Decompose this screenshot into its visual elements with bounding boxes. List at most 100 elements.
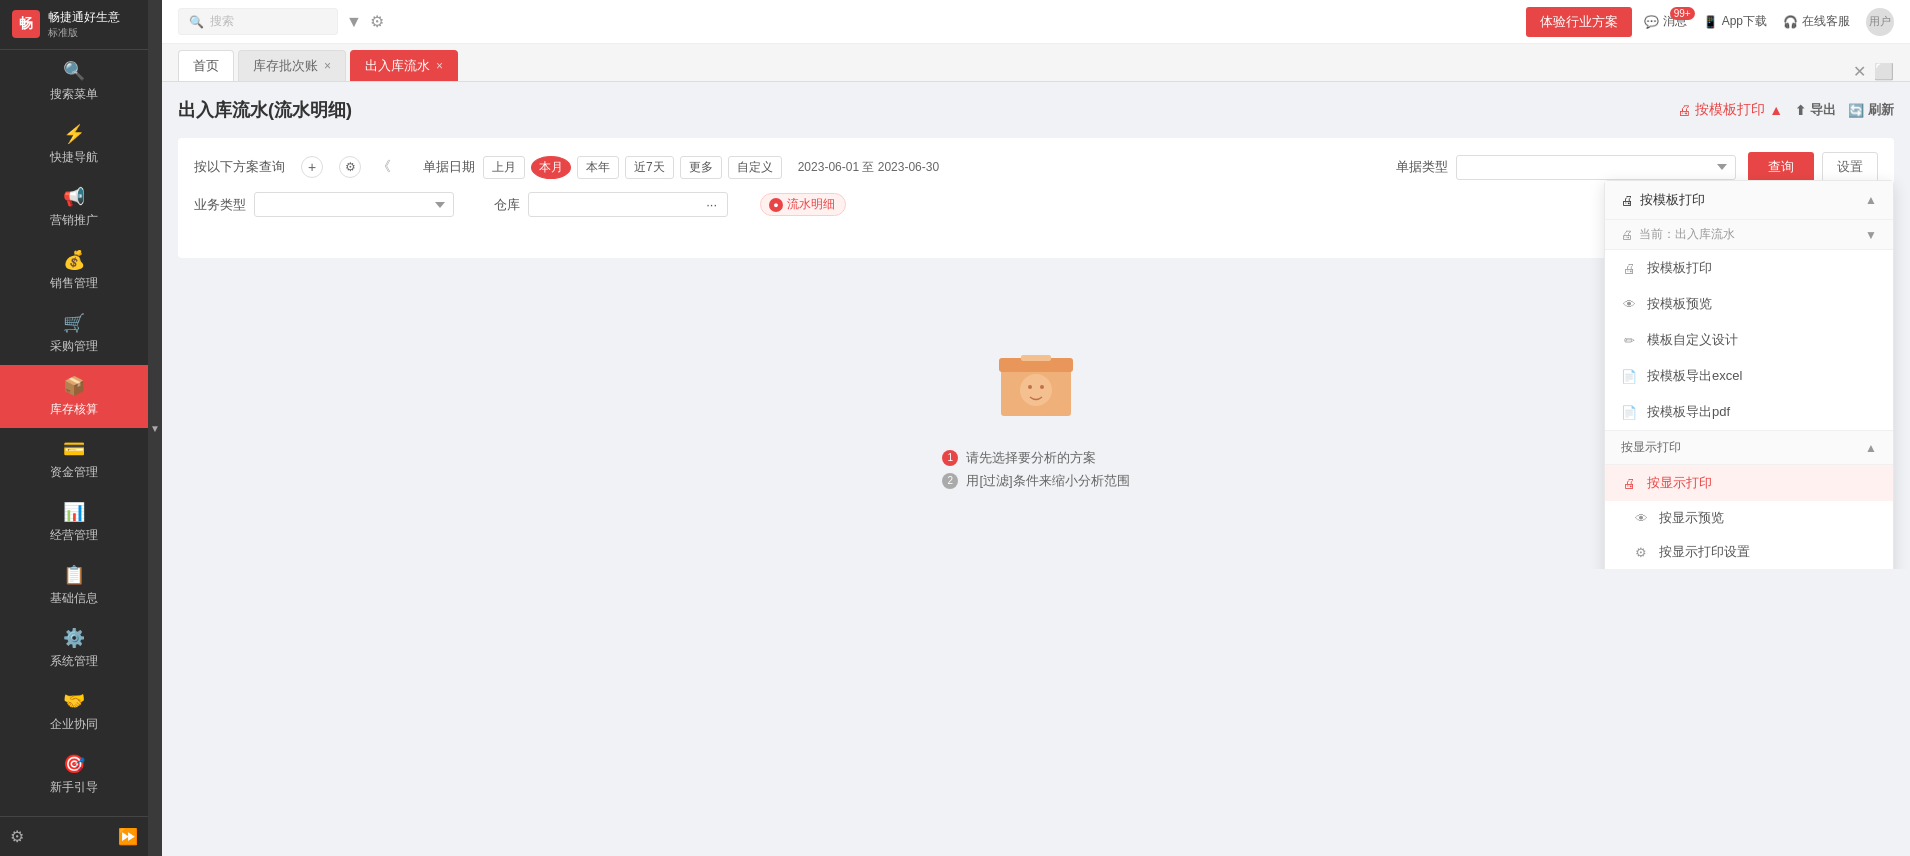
pdf-template-icon: 📄 bbox=[1621, 404, 1637, 420]
dropdown-collapse-icon[interactable]: ▲ bbox=[1865, 193, 1877, 207]
tab-inventory-batch-close[interactable]: × bbox=[324, 59, 331, 73]
sidebar-item-label: 新手引导 bbox=[50, 779, 98, 796]
topbar-gear-icon[interactable]: ▼ bbox=[346, 13, 362, 31]
date-btn-this-month[interactable]: 本月 bbox=[531, 156, 571, 179]
refresh-action[interactable]: 🔄 刷新 bbox=[1848, 101, 1894, 119]
search-placeholder: 搜索 bbox=[210, 13, 234, 30]
custom-template-icon: ✏ bbox=[1621, 332, 1637, 348]
sidebar-item-quick-nav[interactable]: ⚡ 快捷导航 bbox=[0, 113, 148, 176]
tab-inventory-batch-label: 库存批次账 bbox=[253, 57, 318, 75]
biz-type-select[interactable] bbox=[254, 192, 454, 217]
query-button[interactable]: 查询 bbox=[1748, 152, 1814, 182]
excel-template-icon: 📄 bbox=[1621, 368, 1637, 384]
date-filters: 上月 本月 本年 近7天 更多 自定义 bbox=[483, 156, 782, 179]
dropdown-display-section-header: 按显示打印 ▲ bbox=[1605, 430, 1893, 465]
sidebar-item-purchase[interactable]: 🛒 采购管理 bbox=[0, 302, 148, 365]
date-filter-label: 单据日期 bbox=[423, 158, 475, 176]
sidebar-item-label: 经营管理 bbox=[50, 527, 98, 544]
sidebar-scroll-arrow[interactable]: ▼ bbox=[148, 0, 162, 856]
settings-icon[interactable]: ⚙ bbox=[10, 827, 24, 846]
dropdown-item-export-excel-template[interactable]: 📄 按模板导出excel bbox=[1605, 358, 1893, 394]
dropdown-item-preview-display[interactable]: 👁 按显示预览 bbox=[1605, 501, 1893, 535]
tab-home[interactable]: 首页 bbox=[178, 50, 234, 81]
filter-settings-button[interactable]: ⚙ bbox=[339, 156, 361, 178]
doc-type-select[interactable] bbox=[1456, 155, 1736, 180]
sidebar-item-marketing[interactable]: 📢 营销推广 bbox=[0, 176, 148, 239]
query-btn-area: 查询 设置 bbox=[1748, 152, 1878, 182]
sidebar-item-label: 资金管理 bbox=[50, 464, 98, 481]
messages-button[interactable]: 💬 消息 99+ bbox=[1644, 13, 1687, 30]
sidebar-item-search[interactable]: 🔍 搜索菜单 bbox=[0, 50, 148, 113]
empty-step-2: 2 用[过滤]条件来缩小分析范围 bbox=[942, 469, 1129, 492]
sidebar-item-guide[interactable]: 🎯 新手引导 bbox=[0, 743, 148, 806]
industry-solution-button[interactable]: 体验行业方案 bbox=[1526, 7, 1632, 37]
user-avatar[interactable]: 用户 bbox=[1866, 8, 1894, 36]
empty-steps: 1 请先选择要分析的方案 2 用[过滤]条件来缩小分析范围 bbox=[942, 446, 1129, 493]
svg-point-4 bbox=[1028, 385, 1032, 389]
sidebar-item-inventory[interactable]: 📦 库存核算 bbox=[0, 365, 148, 428]
tab-inventory-batch[interactable]: 库存批次账 × bbox=[238, 50, 346, 81]
display-section-toggle-icon[interactable]: ▲ bbox=[1865, 441, 1877, 455]
svg-point-5 bbox=[1040, 385, 1044, 389]
date-btn-7days[interactable]: 近7天 bbox=[625, 156, 674, 179]
sidebar-item-label: 销售管理 bbox=[50, 275, 98, 292]
filter-row-1: 按以下方案查询 + ⚙ 《 单据日期 上月 本月 本年 近7天 bbox=[194, 152, 1878, 182]
date-btn-more[interactable]: 更多 bbox=[680, 156, 722, 179]
app-brand: 畅捷通好生意 标准版 bbox=[48, 10, 120, 39]
tab-in-out-flow[interactable]: 出入库流水 × bbox=[350, 50, 458, 81]
filter-settings-button-2[interactable]: 设置 bbox=[1822, 152, 1878, 182]
system-icon: ⚙️ bbox=[63, 627, 85, 649]
guide-icon: 🎯 bbox=[63, 753, 85, 775]
dropdown-item-print-settings-display[interactable]: ⚙ 按显示打印设置 bbox=[1605, 535, 1893, 569]
app-download-button[interactable]: 📱 App下载 bbox=[1703, 13, 1767, 30]
dropdown-item-print-template[interactable]: 🖨 按模板打印 bbox=[1605, 250, 1893, 286]
sidebar-item-collab[interactable]: 🤝 企业协同 bbox=[0, 680, 148, 743]
date-btn-custom[interactable]: 自定义 bbox=[728, 156, 782, 179]
tab-in-out-flow-close[interactable]: × bbox=[436, 59, 443, 73]
app-logo: 畅 bbox=[12, 10, 40, 38]
biz-type-label: 业务类型 bbox=[194, 196, 246, 214]
message-icon: 💬 bbox=[1644, 15, 1659, 29]
maximize-window-icon[interactable]: ⬜ bbox=[1874, 62, 1894, 81]
dropdown-item-custom-template[interactable]: ✏ 模板自定义设计 bbox=[1605, 322, 1893, 358]
print-template-action[interactable]: 🖨 按模板打印 ▲ bbox=[1677, 101, 1783, 119]
filter-collapse-icon[interactable]: 《 bbox=[377, 158, 391, 176]
sidebar-item-label: 营销推广 bbox=[50, 212, 98, 229]
sidebar-item-finance[interactable]: 💳 资金管理 bbox=[0, 428, 148, 491]
close-window-icon[interactable]: ✕ bbox=[1853, 62, 1866, 81]
filter-add-button[interactable]: + bbox=[301, 156, 323, 178]
purchase-icon: 🛒 bbox=[63, 312, 85, 334]
filter-tag-item: ● 流水明细 bbox=[760, 193, 846, 216]
sidebar-item-label: 快捷导航 bbox=[50, 149, 98, 166]
collab-icon: 🤝 bbox=[63, 690, 85, 712]
settings-gear-icon[interactable]: ⚙ bbox=[370, 12, 384, 31]
sidebar-item-apps[interactable]: 🔲 应用中心 bbox=[0, 806, 148, 816]
tab-bar: 首页 库存批次账 × 出入库流水 × ✕ ⬜ bbox=[162, 44, 1910, 82]
date-btn-this-year[interactable]: 本年 bbox=[577, 156, 619, 179]
sidebar-footer: ⚙ ⏩ bbox=[0, 816, 148, 856]
export-action[interactable]: ⬆ 导出 bbox=[1795, 101, 1836, 119]
online-service-button[interactable]: 🎧 在线客服 bbox=[1783, 13, 1850, 30]
sidebar-item-label: 系统管理 bbox=[50, 653, 98, 670]
sidebar-item-system[interactable]: ⚙️ 系统管理 bbox=[0, 617, 148, 680]
search-icon: 🔍 bbox=[63, 60, 85, 82]
operations-icon: 📊 bbox=[63, 501, 85, 523]
empty-step-1: 1 请先选择要分析的方案 bbox=[942, 446, 1129, 469]
dropdown-item-preview-template[interactable]: 👁 按模板预览 bbox=[1605, 286, 1893, 322]
collapse-sidebar-icon[interactable]: ⏩ bbox=[118, 827, 138, 846]
warehouse-select[interactable]: ··· bbox=[528, 192, 728, 217]
avatar-text: 用户 bbox=[1869, 14, 1891, 29]
export-icon: ⬆ bbox=[1795, 103, 1806, 118]
sidebar-item-basic[interactable]: 📋 基础信息 bbox=[0, 554, 148, 617]
sidebar-item-sales[interactable]: 💰 销售管理 bbox=[0, 239, 148, 302]
top-search-box[interactable]: 🔍 搜索 bbox=[178, 8, 338, 35]
empty-illustration bbox=[986, 330, 1086, 430]
date-btn-last-month[interactable]: 上月 bbox=[483, 156, 525, 179]
dropdown-item-export-pdf-template[interactable]: 📄 按模板导出pdf bbox=[1605, 394, 1893, 430]
dropdown-item-print-display[interactable]: 🖨 按显示打印 bbox=[1605, 465, 1893, 501]
page-title: 出入库流水(流水明细) bbox=[178, 98, 352, 122]
dropdown-scroll-area: 🖨 当前：出入库流水 ▼ 🖨 按模板打印 👁 bbox=[1605, 220, 1893, 569]
filter-section-label: 按以下方案查询 bbox=[194, 158, 285, 176]
top-bar-actions: 体验行业方案 bbox=[1526, 7, 1632, 37]
sidebar-item-operations[interactable]: 📊 经营管理 bbox=[0, 491, 148, 554]
